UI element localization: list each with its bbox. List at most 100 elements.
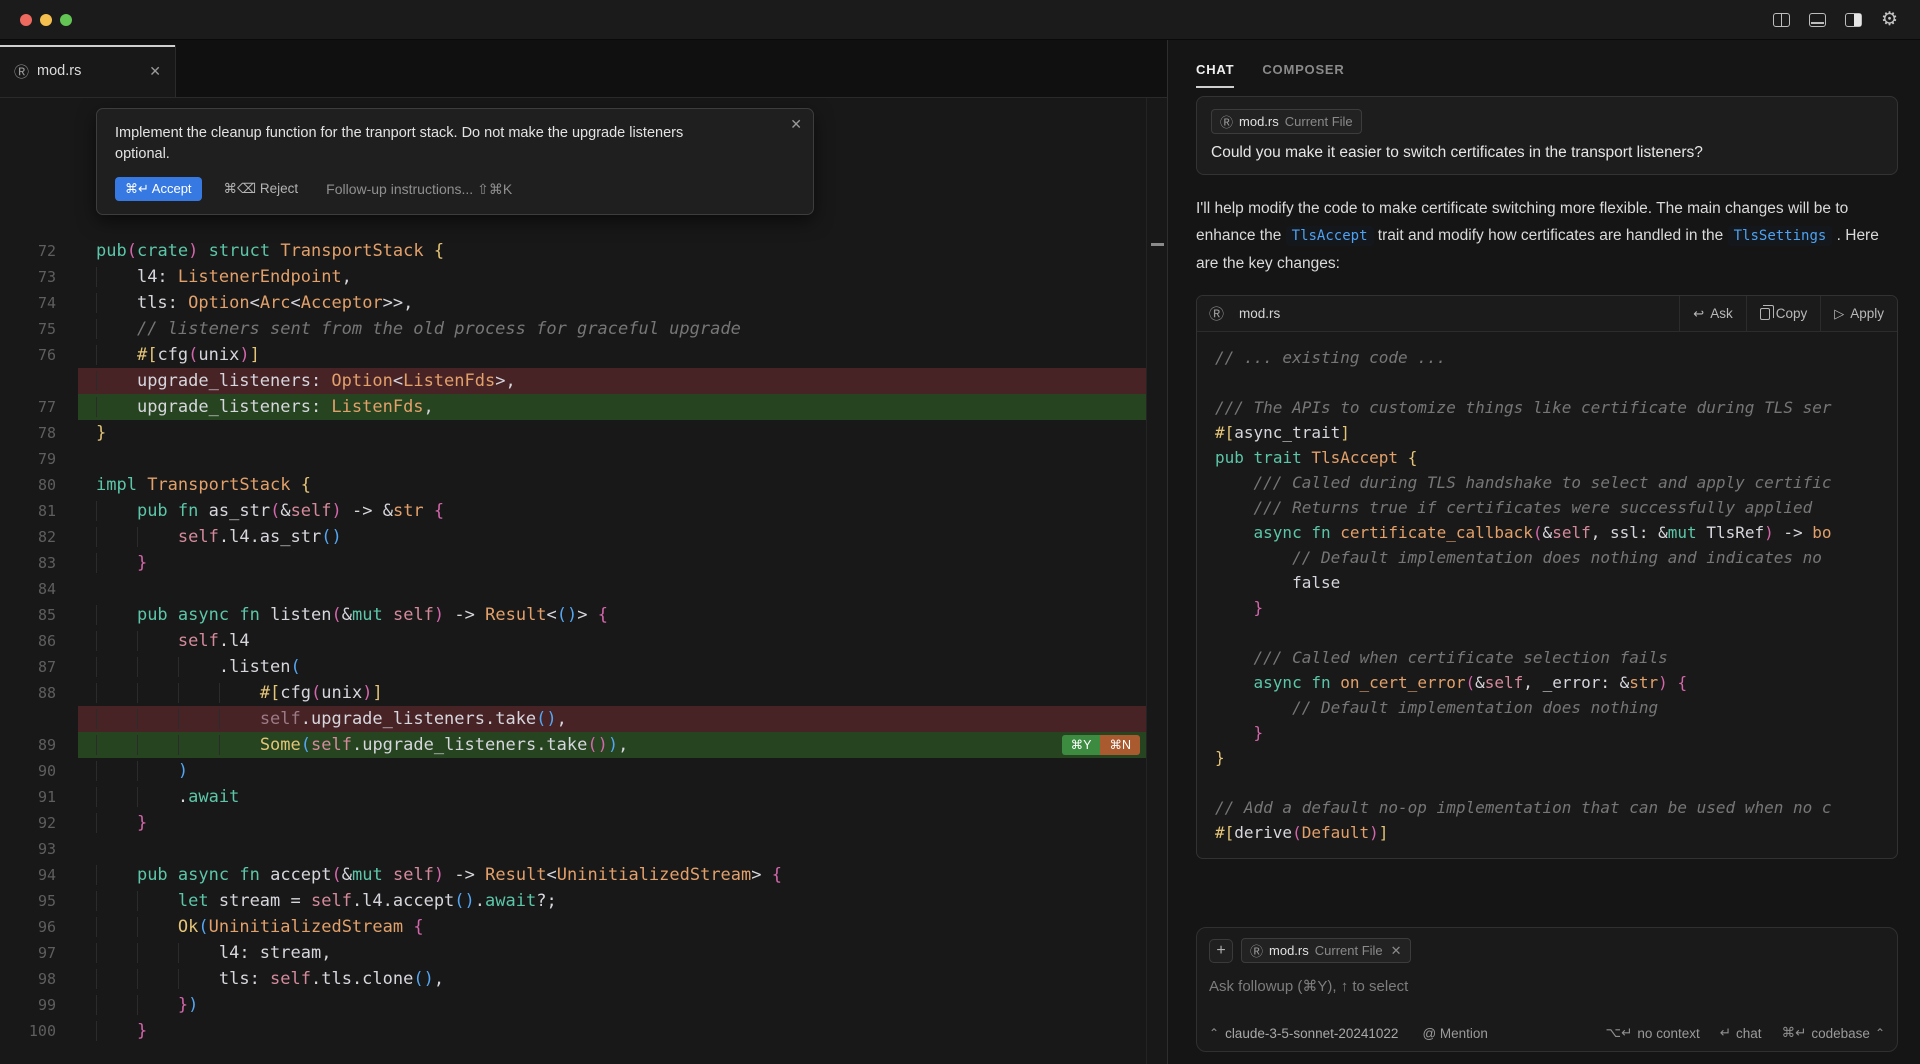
no-context-hint[interactable]: ⌥↵ no context	[1606, 1025, 1700, 1041]
maximize-window-button[interactable]	[60, 14, 72, 26]
chat-code-block: Ⓡ mod.rs ↩ Ask Copy	[1196, 295, 1898, 859]
code-line: 87 .listen(	[0, 654, 1146, 680]
copy-label: Copy	[1776, 306, 1808, 321]
code-block-line: }	[1215, 595, 1897, 620]
code-line: 97 l4: stream,	[0, 940, 1146, 966]
chat-input-placeholder[interactable]: Ask followup (⌘Y), ↑ to select	[1209, 977, 1885, 995]
split-editor-icon[interactable]	[1773, 13, 1790, 27]
code-block-line: // ... existing code ...	[1215, 345, 1897, 370]
line-number: 72	[0, 238, 78, 264]
tab-composer[interactable]: COMPOSER	[1262, 62, 1344, 88]
indent-guide	[96, 969, 137, 989]
code-line: 100 }	[0, 1018, 1146, 1044]
line-number: 80	[0, 472, 78, 498]
context-chip[interactable]: Ⓡ mod.rs Current File ✕	[1241, 938, 1411, 963]
code-block-line: // Add a default no-op implementation th…	[1215, 795, 1897, 820]
indent-guide	[96, 345, 137, 365]
inline-code-reference[interactable]: TlsSettings	[1728, 226, 1833, 246]
submit-hints: ⌥↵ no context ↵ chat ⌘↵ codebase ⌃	[1606, 1025, 1885, 1041]
no-context-keys: ⌥↵	[1606, 1025, 1633, 1041]
code-block-filename: mod.rs	[1239, 306, 1280, 321]
model-selector-caret-icon: ⌃	[1209, 1026, 1219, 1040]
ask-button[interactable]: ↩ Ask	[1679, 296, 1745, 331]
chat-submit-hint[interactable]: ↵ chat	[1720, 1025, 1762, 1041]
copy-button[interactable]: Copy	[1746, 296, 1821, 331]
panel-right-icon[interactable]	[1845, 13, 1862, 27]
line-number: 96	[0, 914, 78, 940]
rust-file-icon: Ⓡ	[14, 61, 29, 82]
user-message: Ⓡ mod.rs Current File Could you make it …	[1196, 96, 1898, 175]
chip-filename: mod.rs	[1269, 943, 1309, 958]
prompt-text: Implement the cleanup function for the t…	[115, 123, 735, 165]
code-line: 78}	[0, 420, 1146, 446]
indent-guide	[219, 735, 260, 755]
tab-mod-rs[interactable]: Ⓡ mod.rs ✕	[0, 45, 176, 97]
apply-icon: ▷	[1834, 306, 1844, 322]
code-block-line: async fn on_cert_error(&self, _error: &s…	[1215, 670, 1897, 695]
code-line: 79	[0, 446, 1146, 472]
chat-messages: Ⓡ mod.rs Current File Could you make it …	[1168, 88, 1920, 917]
indent-guide	[96, 943, 137, 963]
indent-guide	[96, 605, 137, 625]
indent-guide	[178, 709, 219, 729]
code-line: 86 self.l4	[0, 628, 1146, 654]
input-context-row: + Ⓡ mod.rs Current File ✕	[1209, 938, 1885, 963]
prompt-close-icon[interactable]: ✕	[790, 116, 802, 133]
chip-close-icon[interactable]: ✕	[1391, 943, 1402, 959]
code-line: 85 pub async fn listen(&mut self) -> Res…	[0, 602, 1146, 628]
apply-button[interactable]: ▷ Apply	[1820, 296, 1897, 331]
followup-instructions[interactable]: Follow-up instructions... ⇧⌘K	[326, 181, 512, 198]
settings-gear-icon[interactable]: ⚙	[1881, 10, 1898, 29]
line-number: 89	[0, 732, 78, 758]
indent-guide	[219, 683, 260, 703]
add-context-button[interactable]: +	[1209, 939, 1233, 963]
line-number: 87	[0, 654, 78, 680]
code-area[interactable]: 72pub(crate) struct TransportStack {73 l…	[0, 238, 1146, 1044]
indent-guide	[96, 267, 137, 287]
minimize-window-button[interactable]	[40, 14, 52, 26]
accept-diff-badge[interactable]: ⌘Y	[1062, 735, 1101, 755]
tab-chat[interactable]: CHAT	[1196, 62, 1234, 88]
tab-label: mod.rs	[37, 63, 81, 79]
editor-content: ✕ Implement the cleanup function for the…	[0, 98, 1167, 1064]
accept-button[interactable]: ⌘↵ Accept	[115, 177, 202, 201]
editor-scrollbar[interactable]	[1146, 98, 1167, 1064]
code-block-line: #[derive(Default)]	[1215, 820, 1897, 845]
code-block-line: }	[1215, 745, 1897, 770]
code-line: 98 tls: self.tls.clone(),	[0, 966, 1146, 992]
line-number: 83	[0, 550, 78, 576]
chat-input[interactable]: + Ⓡ mod.rs Current File ✕ Ask followup (…	[1196, 927, 1898, 1052]
reject-button[interactable]: ⌘⌫ Reject	[224, 181, 299, 197]
reject-diff-badge[interactable]: ⌘N	[1100, 735, 1140, 755]
codebase-submit-hint[interactable]: ⌘↵ codebase ⌃	[1782, 1025, 1885, 1041]
code-block-line: /// Returns true if certificates were su…	[1215, 495, 1897, 520]
mention-button[interactable]: @ Mention	[1422, 1026, 1487, 1041]
inline-edit-prompt: ✕ Implement the cleanup function for the…	[96, 108, 814, 215]
indent-guide	[137, 787, 178, 807]
copy-icon	[1760, 308, 1770, 320]
indent-guide	[137, 735, 178, 755]
panel-bottom-icon[interactable]	[1809, 13, 1826, 27]
chip-suffix: Current File	[1315, 943, 1383, 958]
code-block-line: }	[1215, 720, 1897, 745]
line-number: 84	[0, 576, 78, 602]
indent-guide	[137, 657, 178, 677]
indent-guide	[96, 527, 137, 547]
titlebar-actions: ⚙	[1773, 10, 1898, 29]
line-number: 78	[0, 420, 78, 446]
line-number: 91	[0, 784, 78, 810]
tab-close-icon[interactable]: ✕	[149, 63, 161, 80]
model-selector[interactable]: claude-3-5-sonnet-20241022	[1225, 1026, 1398, 1041]
indent-guide	[96, 683, 137, 703]
close-window-button[interactable]	[20, 14, 32, 26]
rust-file-icon: Ⓡ	[1220, 112, 1233, 131]
diff-removed-line: upgrade_listeners: Option<ListenFds>,	[0, 368, 1146, 394]
inline-code-reference[interactable]: TlsAccept	[1286, 226, 1374, 246]
line-number: 95	[0, 888, 78, 914]
context-chip[interactable]: Ⓡ mod.rs Current File	[1211, 109, 1362, 134]
code-block-line: // Default implementation does nothing	[1215, 695, 1897, 720]
indent-guide	[219, 709, 260, 729]
line-number: 82	[0, 524, 78, 550]
indent-guide	[137, 943, 178, 963]
assistant-message-text: I'll help modify the code to make certif…	[1196, 195, 1891, 277]
